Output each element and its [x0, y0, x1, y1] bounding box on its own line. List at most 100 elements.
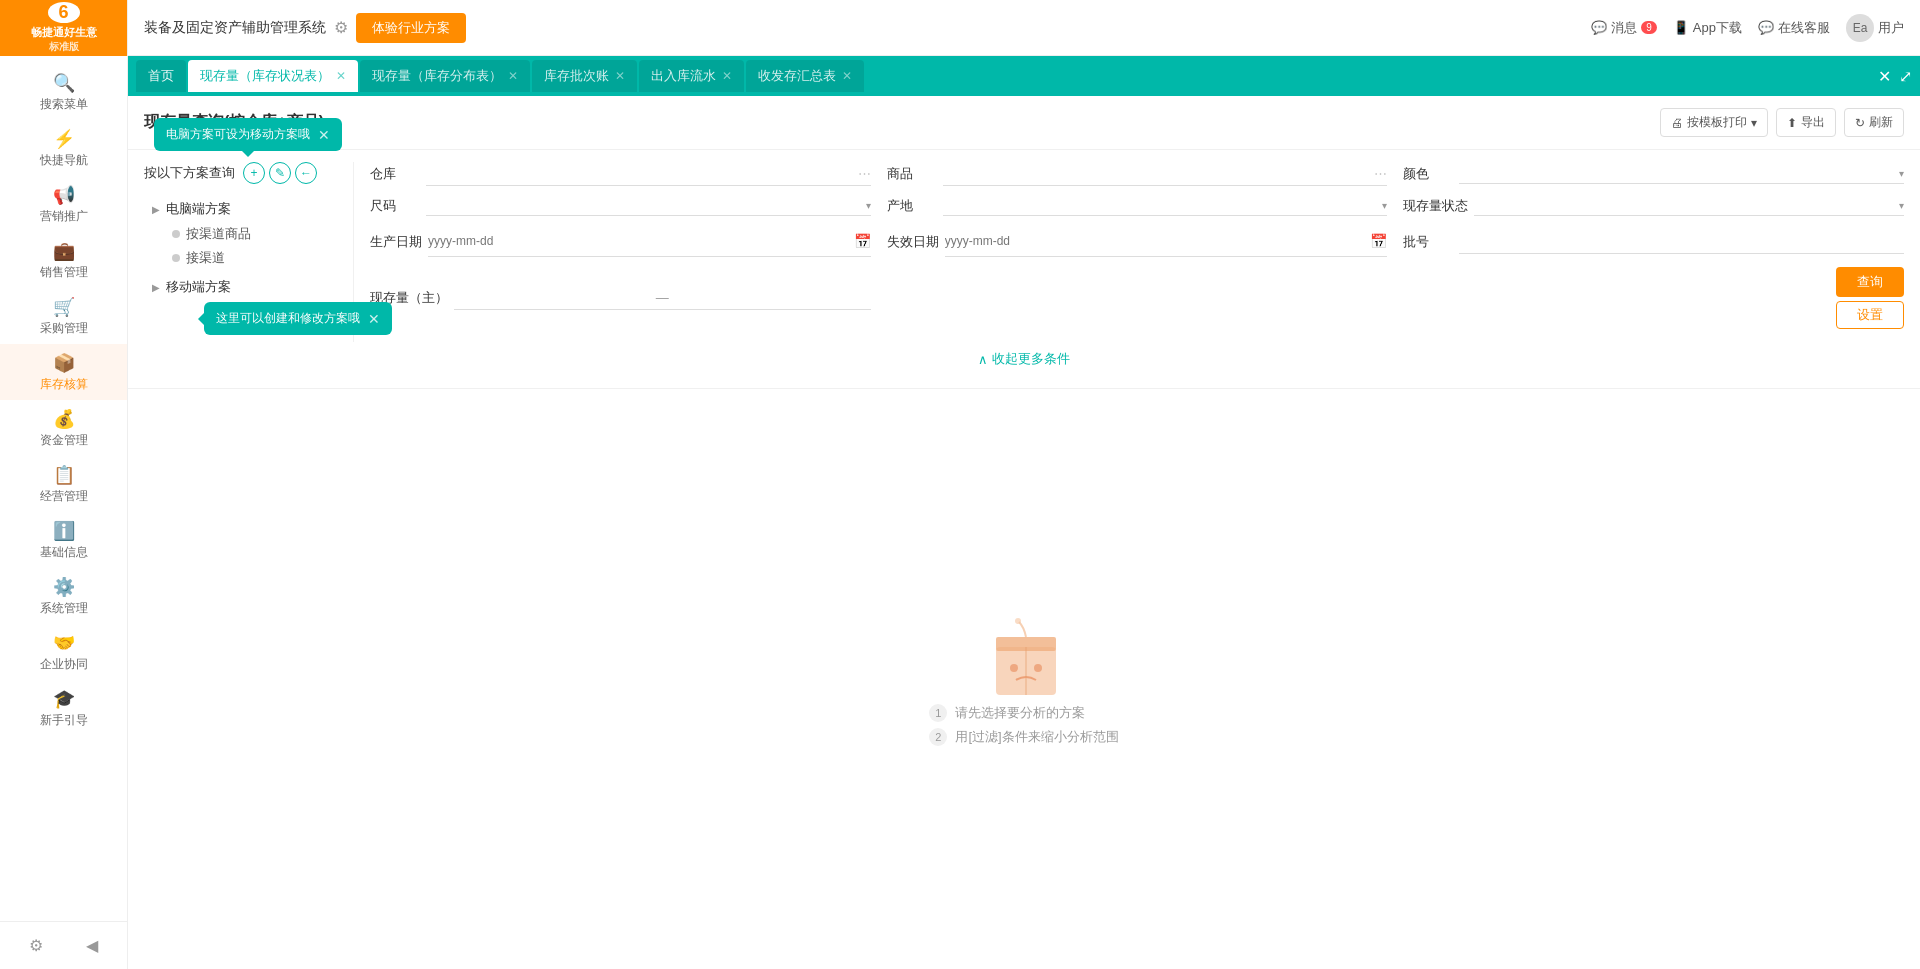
sidebar-item-finance[interactable]: 💰 资金管理: [0, 400, 127, 456]
sidebar-item-system[interactable]: ⚙️ 系统管理: [0, 568, 127, 624]
sidebar-item-label: 营销推广: [40, 208, 88, 225]
user-label: 用户: [1878, 19, 1904, 37]
sidebar-item-enterprise[interactable]: 🤝 企业协同: [0, 624, 127, 680]
tab-inventory-status-close[interactable]: ✕: [336, 69, 346, 83]
page-inner: 现存量查询(按仓库+商品) 🖨 按模板打印 ▾ ⬆ 导出 ↻ 刷新: [128, 96, 1920, 969]
batch-no-label: 批号: [1403, 233, 1453, 251]
industry-btn[interactable]: 体验行业方案: [356, 13, 466, 43]
header-right: 💬 消息 9 📱 App下载 💬 在线客服 Ea 用户: [1591, 14, 1904, 42]
collapse-row: ∧ 收起更多条件: [144, 342, 1904, 376]
scheme-item-channel-goods[interactable]: 按渠道商品: [164, 222, 345, 246]
sales-icon: 💼: [53, 240, 75, 262]
tab-batch-account-close[interactable]: ✕: [615, 69, 625, 83]
expiry-date-input[interactable]: [945, 230, 1371, 252]
color-select[interactable]: ▾: [1459, 164, 1904, 184]
expiry-date-calendar-icon[interactable]: 📅: [1370, 233, 1387, 249]
scheme-desktop[interactable]: ▶ 电脑端方案: [144, 196, 345, 222]
empty-illustration: [984, 612, 1074, 702]
empty-icon: [984, 612, 1064, 692]
sidebar-item-label: 新手引导: [40, 712, 88, 729]
sidebar-item-quick[interactable]: ⚡ 快捷导航: [0, 120, 127, 176]
print-icon: 🖨: [1671, 116, 1683, 130]
header-gear-icon[interactable]: ⚙: [334, 18, 348, 37]
production-date-input[interactable]: [428, 230, 854, 252]
filter-top-row: 按以下方案查询 + ✎ ←: [144, 162, 345, 184]
tab-home[interactable]: 首页: [136, 60, 186, 92]
search-icon: 🔍: [53, 72, 75, 94]
scheme-desktop-label: 电脑端方案: [166, 200, 231, 218]
sidebar-item-inventory[interactable]: 📦 库存核算: [0, 344, 127, 400]
tab-inventory-dist-close[interactable]: ✕: [508, 69, 518, 83]
print-btn[interactable]: 🖨 按模板打印 ▾: [1660, 108, 1768, 137]
color-dropdown-icon: ▾: [1899, 168, 1904, 179]
logo-text: 畅捷通好生意: [31, 25, 97, 40]
maximize-button[interactable]: ⤢: [1899, 67, 1912, 86]
create-tooltip: 这里可以创建和修改方案哦 ✕: [204, 302, 392, 335]
tooltip-create-text: 这里可以创建和修改方案哦: [216, 310, 360, 327]
app-download-btn[interactable]: 📱 App下载: [1673, 19, 1742, 37]
add-scheme-btn[interactable]: +: [243, 162, 265, 184]
app-logo: 6 畅捷通好生意 标准版: [0, 0, 127, 56]
reset-button[interactable]: 设置: [1836, 301, 1904, 329]
online-service-btn[interactable]: 💬 在线客服: [1758, 19, 1830, 37]
warehouse-more-icon: ⋯: [858, 166, 871, 181]
sidebar-item-search[interactable]: 🔍 搜索菜单: [0, 64, 127, 120]
tab-recv-summary[interactable]: 收发存汇总表 ✕: [746, 60, 864, 92]
filter-size: 尺码 ▾: [370, 196, 871, 216]
warehouse-select[interactable]: ⋯: [426, 162, 871, 186]
tab-inout-flow[interactable]: 出入库流水 ✕: [639, 60, 744, 92]
sidebar-item-purchase[interactable]: 🛒 采购管理: [0, 288, 127, 344]
stock-main-sep: —: [656, 290, 669, 305]
export-btn[interactable]: ⬆ 导出: [1776, 108, 1836, 137]
filter-warehouse: 仓库 ⋯: [370, 162, 871, 186]
user-avatar: Ea: [1846, 14, 1874, 42]
refresh-btn[interactable]: ↻ 刷新: [1844, 108, 1904, 137]
scheme-item-channel[interactable]: 接渠道: [164, 246, 345, 270]
goods-label: 商品: [887, 165, 937, 183]
stock-main-min[interactable]: [454, 290, 652, 305]
collapse-btn[interactable]: ∧ 收起更多条件: [978, 350, 1070, 368]
operations-icon: 📋: [53, 464, 75, 486]
production-date-calendar-icon[interactable]: 📅: [854, 233, 871, 249]
close-all-tabs-button[interactable]: ✕: [1878, 67, 1891, 86]
goods-select[interactable]: ⋯: [943, 162, 1388, 186]
sidebar-item-basic[interactable]: ℹ️ 基础信息: [0, 512, 127, 568]
user-menu[interactable]: Ea 用户: [1846, 14, 1904, 42]
scheme-desktop-arrow: ▶: [152, 204, 160, 215]
print-dropdown-icon: ▾: [1751, 116, 1757, 130]
refresh-icon: ↻: [1855, 116, 1865, 130]
online-service-label: 在线客服: [1778, 19, 1830, 37]
back-scheme-btn[interactable]: ←: [295, 162, 317, 184]
collapse-sidebar-button[interactable]: ◀: [86, 936, 98, 955]
scheme-mobile[interactable]: ▶ 移动端方案: [144, 274, 345, 300]
expiry-date-input-wrap: 📅: [945, 226, 1388, 257]
tooltip-create-close[interactable]: ✕: [368, 311, 380, 327]
page-content: 现存量查询(按仓库+商品) 🖨 按模板打印 ▾ ⬆ 导出 ↻ 刷新: [128, 96, 1920, 969]
tab-inout-flow-close[interactable]: ✕: [722, 69, 732, 83]
sidebar-nav: 🔍 搜索菜单 ⚡ 快捷导航 📢 营销推广 💼 销售管理 🛒 采购管理 📦 库存核…: [0, 56, 127, 921]
edit-scheme-btn[interactable]: ✎: [269, 162, 291, 184]
sidebar-item-operations[interactable]: 📋 经营管理: [0, 456, 127, 512]
sidebar-item-newbie[interactable]: 🎓 新手引导: [0, 680, 127, 736]
batch-no-input[interactable]: [1459, 230, 1904, 254]
query-button[interactable]: 查询: [1836, 267, 1904, 297]
origin-select[interactable]: ▾: [943, 196, 1388, 216]
production-date-label: 生产日期: [370, 233, 422, 251]
tab-inventory-status[interactable]: 现存量（库存状况表） ✕: [188, 60, 358, 92]
tab-inventory-dist[interactable]: 现存量（库存分布表） ✕: [360, 60, 530, 92]
stock-main-max[interactable]: [673, 290, 871, 305]
tab-batch-account[interactable]: 库存批次账 ✕: [532, 60, 637, 92]
stock-status-label: 现存量状态: [1403, 197, 1468, 215]
newbie-icon: 🎓: [53, 688, 75, 710]
message-btn[interactable]: 💬 消息 9: [1591, 19, 1657, 37]
size-select[interactable]: ▾: [426, 196, 871, 216]
tooltip-scheme-close[interactable]: ✕: [318, 127, 330, 143]
sidebar-item-sales[interactable]: 💼 销售管理: [0, 232, 127, 288]
settings-button[interactable]: ⚙: [29, 936, 43, 955]
tab-recv-summary-close[interactable]: ✕: [842, 69, 852, 83]
filter-origin: 产地 ▾: [887, 196, 1388, 216]
sidebar-item-label: 快捷导航: [40, 152, 88, 169]
message-label: 消息: [1611, 19, 1637, 37]
stock-status-select[interactable]: ▾: [1474, 196, 1904, 216]
sidebar-item-marketing[interactable]: 📢 营销推广: [0, 176, 127, 232]
